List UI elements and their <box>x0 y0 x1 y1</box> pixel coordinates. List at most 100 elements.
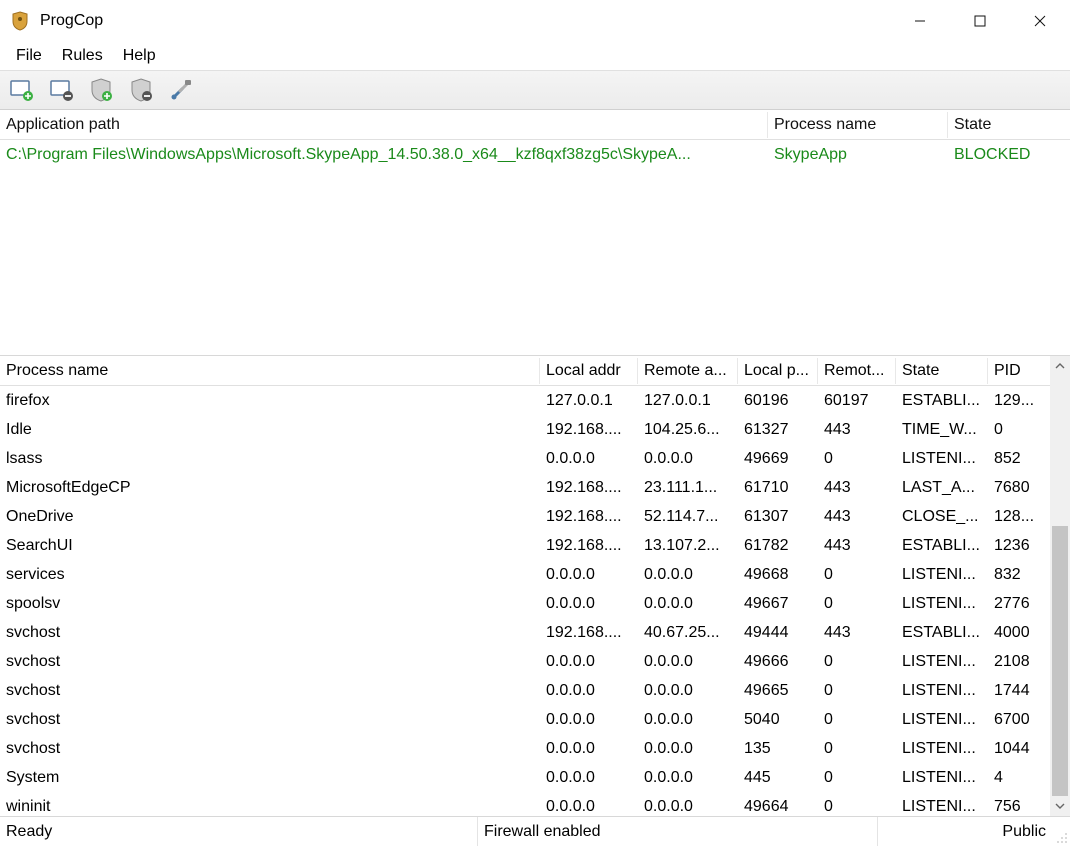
rules-table-row[interactable]: C:\Program Files\WindowsApps\Microsoft.S… <box>0 140 1070 170</box>
cell-remote-addr: 0.0.0.0 <box>638 593 738 615</box>
cell-local-addr: 0.0.0.0 <box>540 680 638 702</box>
connections-table-row[interactable]: svchost192.168....40.67.25...49444443EST… <box>0 618 1050 647</box>
cell-pid: 852 <box>988 448 1044 470</box>
minimize-button[interactable] <box>890 0 950 42</box>
connections-table-header: Process name Local addr Remote a... Loca… <box>0 356 1050 386</box>
settings-button[interactable] <box>164 73 198 107</box>
connections-table-row[interactable]: svchost0.0.0.00.0.0.01350LISTENI...1044 <box>0 734 1050 763</box>
col-conn-state[interactable]: State <box>896 358 988 384</box>
col-remote-addr[interactable]: Remote a... <box>638 358 738 384</box>
connections-table-row[interactable]: SearchUI192.168....13.107.2...61782443ES… <box>0 531 1050 560</box>
scroll-thumb[interactable] <box>1052 526 1068 796</box>
cell-local-addr: 192.168.... <box>540 477 638 499</box>
cell-local-addr: 192.168.... <box>540 622 638 644</box>
col-app-path[interactable]: Application path <box>0 112 768 138</box>
connections-table-row[interactable]: System0.0.0.00.0.0.04450LISTENI...4 <box>0 763 1050 792</box>
cell-process-name: svchost <box>0 709 540 731</box>
cell-process-name: svchost <box>0 651 540 673</box>
col-process-name[interactable]: Process name <box>0 358 540 384</box>
cell-conn-state: LISTENI... <box>896 680 988 702</box>
scroll-down-icon[interactable] <box>1050 796 1070 816</box>
cell-local-addr: 0.0.0.0 <box>540 767 638 789</box>
cell-pid: 756 <box>988 796 1044 817</box>
cell-remote-addr: 104.25.6... <box>638 419 738 441</box>
cell-remote-addr: 40.67.25... <box>638 622 738 644</box>
cell-local-port: 49668 <box>738 564 818 586</box>
cell-remote-addr: 23.111.1... <box>638 477 738 499</box>
cell-local-port: 61710 <box>738 477 818 499</box>
connections-table: Process name Local addr Remote a... Loca… <box>0 356 1070 816</box>
cell-local-addr: 0.0.0.0 <box>540 564 638 586</box>
cell-conn-state: LISTENI... <box>896 767 988 789</box>
cell-conn-state: LISTENI... <box>896 738 988 760</box>
col-local-port[interactable]: Local p... <box>738 358 818 384</box>
cell-pid: 1744 <box>988 680 1044 702</box>
cell-state: BLOCKED <box>948 142 1064 168</box>
cell-local-port: 61327 <box>738 419 818 441</box>
cell-pid: 1236 <box>988 535 1044 557</box>
app-icon <box>10 11 30 31</box>
status-bar: Ready Firewall enabled Public <box>0 816 1070 846</box>
vertical-scrollbar[interactable] <box>1050 356 1070 816</box>
cell-conn-state: CLOSE_... <box>896 506 988 528</box>
cell-local-addr: 0.0.0.0 <box>540 593 638 615</box>
close-button[interactable] <box>1010 0 1070 42</box>
add-rule-button[interactable] <box>4 73 38 107</box>
cell-process-name: svchost <box>0 680 540 702</box>
col-state[interactable]: State <box>948 112 1064 138</box>
cell-process-name: firefox <box>0 390 540 412</box>
connections-table-row[interactable]: Idle192.168....104.25.6...61327443TIME_W… <box>0 415 1050 444</box>
cell-remote-port: 0 <box>818 448 896 470</box>
cell-remote-addr: 0.0.0.0 <box>638 564 738 586</box>
col-process-name[interactable]: Process name <box>768 112 948 138</box>
connections-table-row[interactable]: wininit0.0.0.00.0.0.0496640LISTENI...756 <box>0 792 1050 816</box>
cell-remote-addr: 0.0.0.0 <box>638 709 738 731</box>
col-remote-port[interactable]: Remot... <box>818 358 896 384</box>
scroll-up-icon[interactable] <box>1050 356 1070 376</box>
connections-table-row[interactable]: firefox127.0.0.1127.0.0.16019660197ESTAB… <box>0 386 1050 415</box>
cell-remote-port: 0 <box>818 709 896 731</box>
col-local-addr[interactable]: Local addr <box>540 358 638 384</box>
cell-remote-addr: 0.0.0.0 <box>638 448 738 470</box>
menu-rules[interactable]: Rules <box>52 45 113 67</box>
cell-local-port: 445 <box>738 767 818 789</box>
rules-table-header: Application path Process name State <box>0 110 1070 140</box>
shield-block-button[interactable] <box>124 73 158 107</box>
connections-table-row[interactable]: MicrosoftEdgeCP192.168....23.111.1...617… <box>0 473 1050 502</box>
cell-conn-state: LISTENI... <box>896 651 988 673</box>
cell-local-port: 49669 <box>738 448 818 470</box>
cell-pid: 2776 <box>988 593 1044 615</box>
cell-remote-port: 0 <box>818 796 896 817</box>
cell-pid: 128... <box>988 506 1044 528</box>
cell-pid: 4 <box>988 767 1044 789</box>
connections-table-row[interactable]: svchost0.0.0.00.0.0.0496650LISTENI...174… <box>0 676 1050 705</box>
cell-process-name: svchost <box>0 738 540 760</box>
cell-remote-addr: 127.0.0.1 <box>638 390 738 412</box>
maximize-button[interactable] <box>950 0 1010 42</box>
cell-pid: 1044 <box>988 738 1044 760</box>
connections-table-row[interactable]: services0.0.0.00.0.0.0496680LISTENI...83… <box>0 560 1050 589</box>
connections-table-row[interactable]: lsass0.0.0.00.0.0.0496690LISTENI...852 <box>0 444 1050 473</box>
cell-remote-addr: 0.0.0.0 <box>638 651 738 673</box>
cell-remote-port: 443 <box>818 419 896 441</box>
shield-allow-button[interactable] <box>84 73 118 107</box>
connections-table-row[interactable]: svchost0.0.0.00.0.0.050400LISTENI...6700 <box>0 705 1050 734</box>
cell-app-path: C:\Program Files\WindowsApps\Microsoft.S… <box>0 142 768 168</box>
cell-process-name: services <box>0 564 540 586</box>
window-controls <box>890 0 1070 42</box>
connections-table-row[interactable]: svchost0.0.0.00.0.0.0496660LISTENI...210… <box>0 647 1050 676</box>
cell-remote-addr: 0.0.0.0 <box>638 796 738 817</box>
col-pid[interactable]: PID <box>988 358 1044 384</box>
remove-rule-button[interactable] <box>44 73 78 107</box>
cell-pid: 2108 <box>988 651 1044 673</box>
cell-local-port: 61307 <box>738 506 818 528</box>
menu-help[interactable]: Help <box>113 45 166 67</box>
connections-table-row[interactable]: OneDrive192.168....52.114.7...61307443CL… <box>0 502 1050 531</box>
connections-table-row[interactable]: spoolsv0.0.0.00.0.0.0496670LISTENI...277… <box>0 589 1050 618</box>
cell-local-port: 61782 <box>738 535 818 557</box>
cell-conn-state: LISTENI... <box>896 796 988 817</box>
cell-remote-port: 0 <box>818 738 896 760</box>
menu-file[interactable]: File <box>6 45 52 67</box>
resize-grip-icon[interactable] <box>1054 830 1068 844</box>
cell-remote-port: 443 <box>818 506 896 528</box>
